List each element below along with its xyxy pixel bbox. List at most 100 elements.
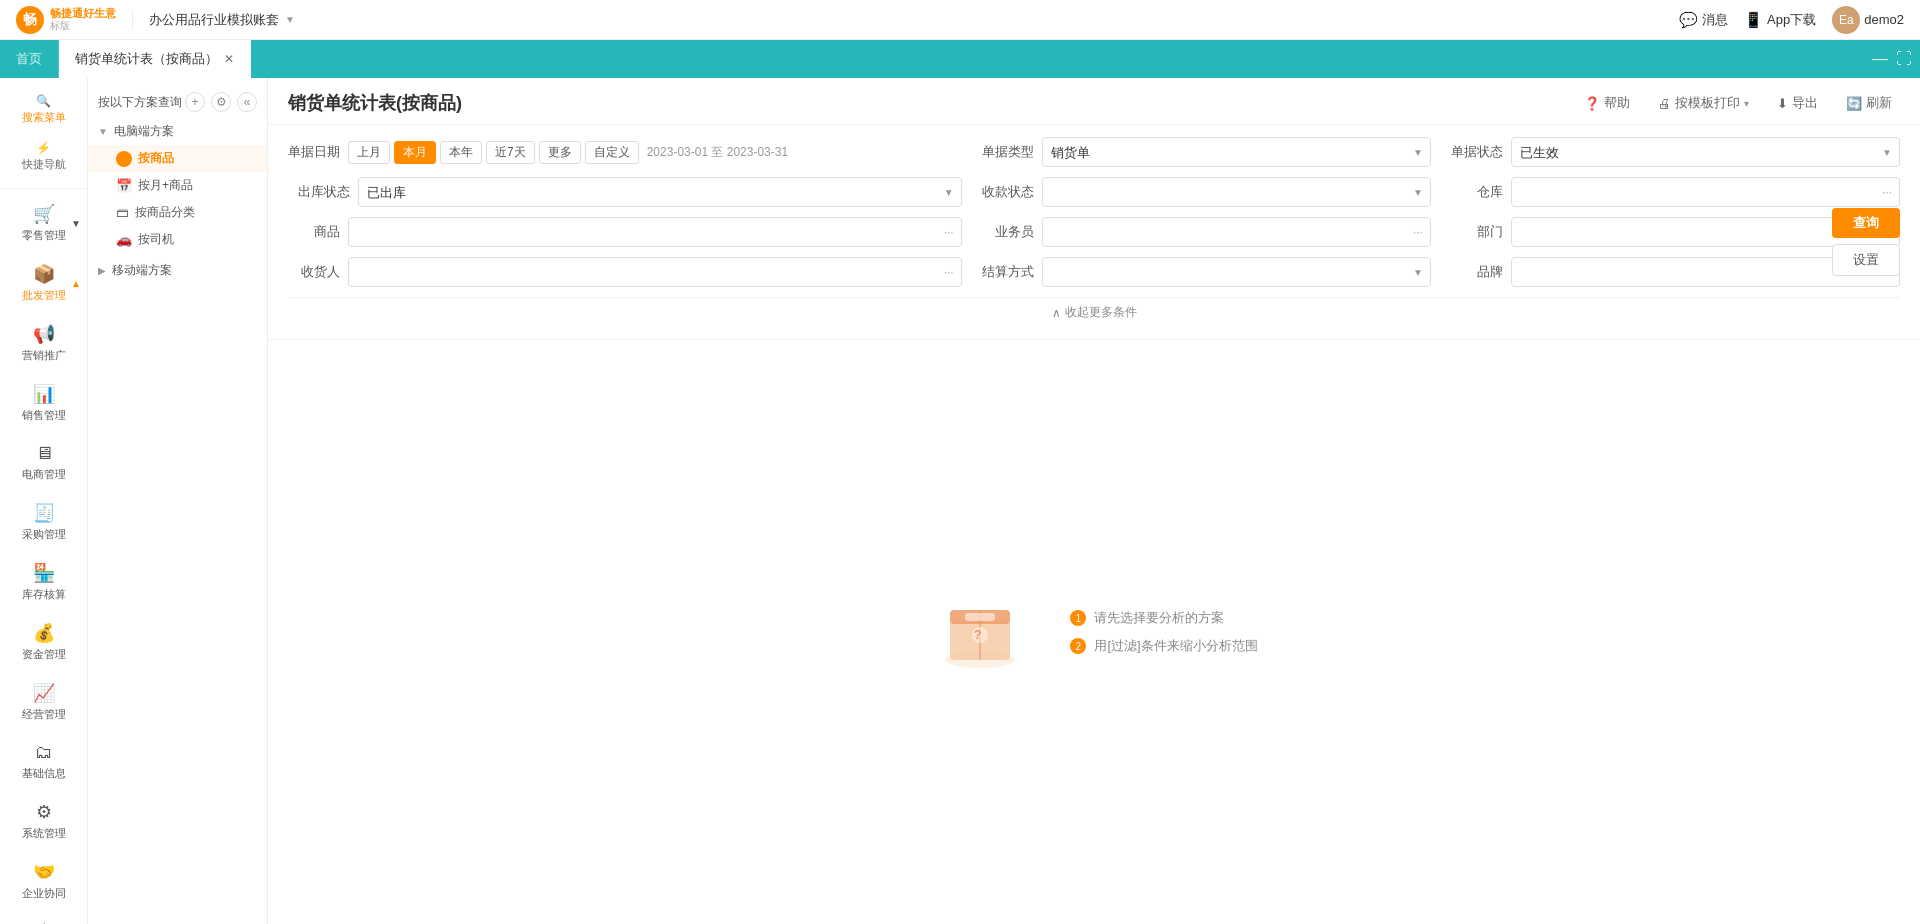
empty-hint-2: 2 用[过滤]条件来缩小分析范围 — [1070, 637, 1257, 655]
date-btn-7days[interactable]: 近7天 — [486, 141, 535, 164]
filter-row-4: 收货人 ··· 结算方式 ▼ — [288, 257, 1900, 287]
tab-minimize-icon[interactable]: — — [1872, 50, 1888, 68]
filter-settle-method: 结算方式 ▼ — [982, 257, 1431, 287]
warehouse-status-select[interactable]: 已出库 — [358, 177, 962, 207]
message-btn[interactable]: 💬 消息 — [1679, 11, 1728, 29]
search-icon: 🔍 — [36, 94, 51, 108]
workspace-selector[interactable]: 办公用品行业模拟账套 ▼ — [149, 11, 295, 29]
tab-close-icon[interactable]: ✕ — [224, 52, 234, 66]
by-goods-active-dot — [116, 151, 132, 167]
ecommerce-label: 电商管理 — [22, 467, 66, 482]
sidebar-quick-nav-btn[interactable]: ⚡ 快捷导航 — [0, 133, 87, 180]
warehouse-dots-icon[interactable]: ··· — [1882, 185, 1892, 199]
system-icon: ⚙ — [36, 801, 52, 823]
sidebar-item-sales[interactable]: 📊 销售管理 — [0, 373, 87, 433]
print-btn[interactable]: 🖨 按模板打印 ▾ — [1650, 90, 1757, 116]
salesperson-dots-icon[interactable]: ··· — [1413, 225, 1423, 239]
left-panel: 按以下方案查询 + ⚙ « ▼ 电脑端方案 按商品 📅 按月+商品 — [88, 78, 268, 924]
sidebar-item-inventory[interactable]: 🏪 库存核算 — [0, 552, 87, 612]
purchase-label: 采购管理 — [22, 527, 66, 542]
tree-child-by-category[interactable]: 🗃 按商品分类 — [88, 199, 267, 226]
tab-report-label: 销货单统计表（按商品） — [75, 50, 218, 68]
date-btn-custom[interactable]: 自定义 — [585, 141, 639, 164]
tree-child-by-driver[interactable]: 🚗 按司机 — [88, 226, 267, 253]
filter-type: 单据类型 销货单 ▼ — [982, 137, 1431, 167]
top-bar-left: 畅 畅捷通好生意 标版 办公用品行业模拟账套 ▼ — [16, 6, 295, 34]
filter-recipient: 收货人 ··· — [288, 257, 962, 287]
by-month-goods-label: 按月+商品 — [138, 177, 193, 194]
help-btn[interactable]: ❓ 帮助 — [1576, 90, 1638, 116]
sidebar-search-btn[interactable]: 🔍 搜索菜单 — [0, 86, 87, 133]
tab-maximize-icon[interactable]: ⛶ — [1896, 50, 1912, 68]
hint1-text: 请先选择要分析的方案 — [1094, 609, 1224, 627]
sidebar-item-system[interactable]: ⚙ 系统管理 — [0, 791, 87, 851]
date-btn-this-year[interactable]: 本年 — [440, 141, 482, 164]
sidebar-item-operation[interactable]: 📈 经营管理 — [0, 672, 87, 732]
app-name-block: 畅捷通好生意 标版 — [50, 7, 116, 32]
left-panel-title: 按以下方案查询 — [98, 94, 182, 111]
collapse-conditions-btn[interactable]: ∧ 收起更多条件 — [1052, 304, 1137, 321]
filter-row-1: 单据日期 上月 本月 本年 近7天 更多 自定义 2023-03-01 至 20… — [288, 137, 1900, 167]
tree-node-mobile[interactable]: ▶ 移动端方案 — [88, 257, 267, 284]
hint1-num: 1 — [1070, 610, 1086, 626]
sidebar-item-ecommerce[interactable]: 🖥 电商管理 — [0, 433, 87, 492]
tab-home[interactable]: 首页 — [0, 40, 59, 78]
add-scheme-btn[interactable]: + — [185, 92, 205, 112]
enterprise-icon: 🤝 — [33, 861, 55, 883]
inventory-label: 库存核算 — [22, 587, 66, 602]
scheme-settings-btn[interactable]: ⚙ — [211, 92, 231, 112]
tree-child-by-goods[interactable]: 按商品 — [88, 145, 267, 172]
refresh-icon: 🔄 — [1846, 96, 1862, 111]
tab-report[interactable]: 销货单统计表（按商品） ✕ — [59, 40, 251, 78]
goods-label: 商品 — [288, 223, 348, 241]
type-label: 单据类型 — [982, 143, 1042, 161]
sidebar: 🔍 搜索菜单 ⚡ 快捷导航 🛒 零售管理 ▼ 📦 批发管理 ▲ 📢 营销推广 — [0, 78, 88, 924]
sidebar-item-marketing[interactable]: 📢 营销推广 — [0, 313, 87, 373]
sales-icon: 📊 — [33, 383, 55, 405]
filter-warehouse-status: 出库状态 已出库 ▼ — [288, 177, 962, 207]
logo-area: 畅 畅捷通好生意 标版 — [16, 6, 116, 34]
date-btn-more[interactable]: 更多 — [539, 141, 581, 164]
wholesale-label: 批发管理 — [22, 288, 66, 303]
sidebar-item-wholesale[interactable]: 📦 批发管理 ▲ — [0, 253, 87, 313]
enterprise-label: 企业协同 — [22, 886, 66, 901]
by-month-goods-icon: 📅 — [116, 178, 132, 193]
collapse-panel-btn[interactable]: « — [237, 92, 257, 112]
goods-input[interactable] — [348, 217, 962, 247]
filter-recipient-control: ··· — [348, 257, 962, 287]
hint2-text: 用[过滤]条件来缩小分析范围 — [1094, 637, 1257, 655]
query-btn[interactable]: 查询 — [1832, 208, 1900, 238]
settings-btn[interactable]: 设置 — [1832, 244, 1900, 276]
sidebar-item-purchase[interactable]: 🧾 采购管理 — [0, 492, 87, 552]
tree-node-pc[interactable]: ▼ 电脑端方案 — [88, 118, 267, 145]
salesperson-input[interactable] — [1042, 217, 1431, 247]
operation-icon: 📈 — [33, 682, 55, 704]
recipient-dots-icon[interactable]: ··· — [944, 265, 954, 279]
tree-child-by-month-goods[interactable]: 📅 按月+商品 — [88, 172, 267, 199]
refresh-btn[interactable]: 🔄 刷新 — [1838, 90, 1900, 116]
recipient-label: 收货人 — [288, 263, 348, 281]
by-category-icon: 🗃 — [116, 205, 129, 220]
app-download-btn[interactable]: 📱 App下载 — [1744, 11, 1816, 29]
user-area[interactable]: Ea demo2 — [1832, 6, 1904, 34]
page-actions: ❓ 帮助 🖨 按模板打印 ▾ ⬇ 导出 🔄 刷新 — [1576, 90, 1900, 116]
finance-label: 资金管理 — [22, 647, 66, 662]
date-btn-this-month[interactable]: 本月 — [394, 141, 436, 164]
date-btn-last-month[interactable]: 上月 — [348, 141, 390, 164]
sidebar-item-finance[interactable]: 💰 资金管理 — [0, 612, 87, 672]
page-title: 销货单统计表(按商品) — [288, 91, 462, 115]
goods-dots-icon[interactable]: ··· — [944, 225, 954, 239]
settle-method-select[interactable] — [1042, 257, 1431, 287]
warehouse-input[interactable] — [1511, 177, 1900, 207]
export-icon: ⬇ — [1777, 96, 1788, 111]
payment-status-select[interactable] — [1042, 177, 1431, 207]
export-btn[interactable]: ⬇ 导出 — [1769, 90, 1826, 116]
sidebar-item-newbie[interactable]: 🎓 新手引导 — [0, 911, 87, 924]
recipient-input[interactable] — [348, 257, 962, 287]
sidebar-item-enterprise[interactable]: 🤝 企业协同 — [0, 851, 87, 911]
bill-status-select[interactable]: 已生效 — [1511, 137, 1900, 167]
sidebar-item-basic[interactable]: 🗂 基础信息 — [0, 732, 87, 791]
sidebar-item-retail[interactable]: 🛒 零售管理 ▼ — [0, 193, 87, 253]
wholesale-icon: 📦 — [33, 263, 55, 285]
type-select[interactable]: 销货单 — [1042, 137, 1431, 167]
